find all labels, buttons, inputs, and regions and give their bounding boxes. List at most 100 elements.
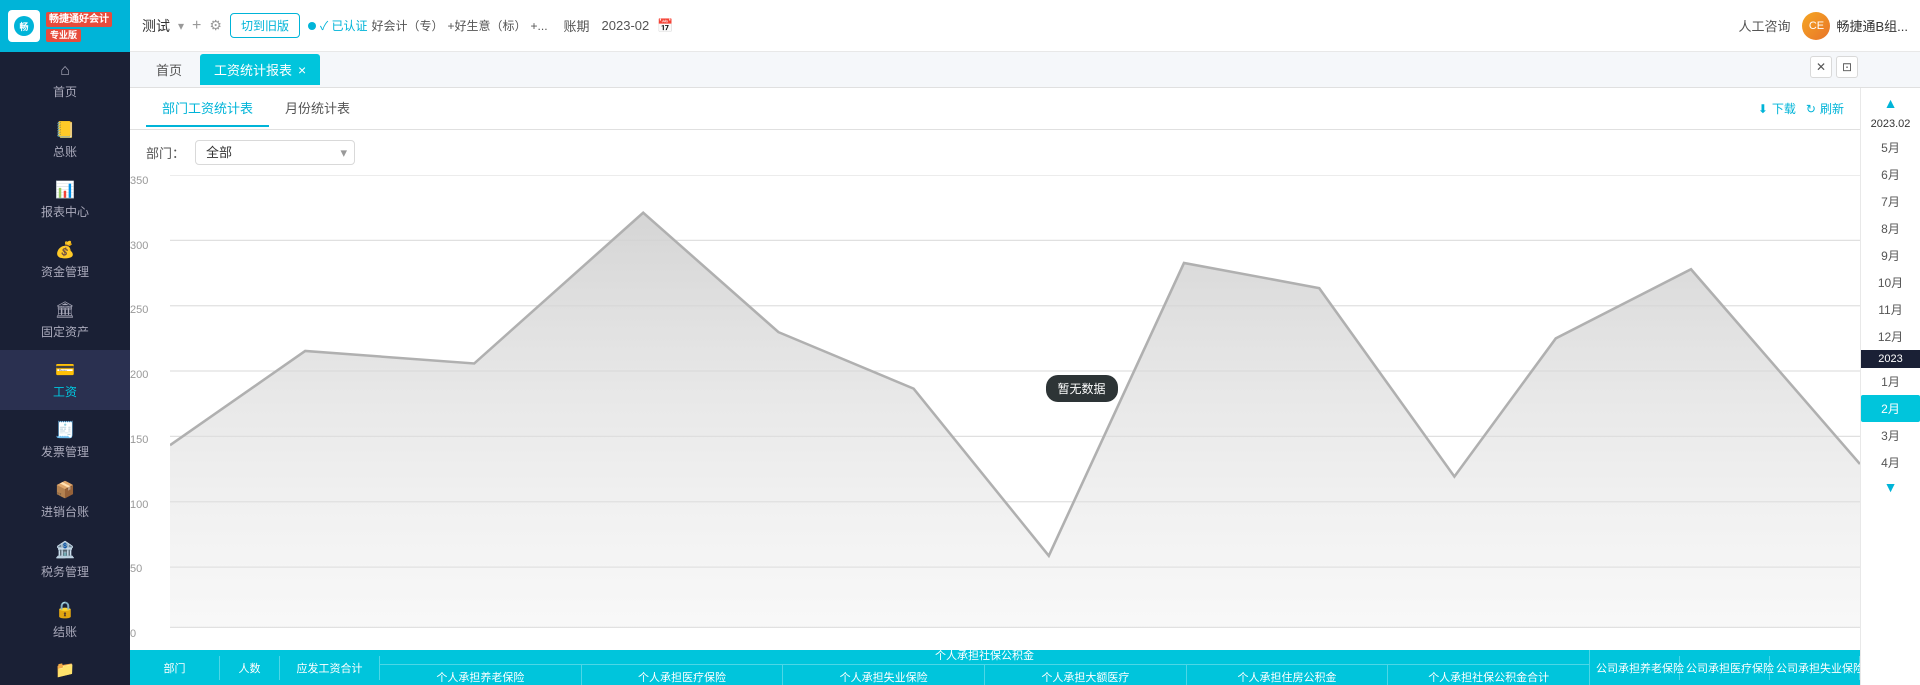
archive-icon: 📁: [55, 660, 75, 680]
human-service-link[interactable]: 人工咨询: [1738, 16, 1790, 35]
col-company-pension: 公司承担养老保险: [1590, 656, 1680, 680]
topbar: 测试 ▾ + ⚙ 切到旧版 ✓ 已认证 好会计（专） +好生意（标） +... …: [130, 0, 1920, 52]
month-11[interactable]: 11月: [1861, 296, 1920, 323]
app-logo: 畅 畅捷通好会计 专业版: [0, 0, 130, 52]
avatar: CE: [1802, 12, 1830, 40]
download-button[interactable]: ⬇ 下载: [1758, 100, 1796, 117]
sidebar-item-assets[interactable]: 🏛 固定资产: [0, 290, 130, 350]
table-header: 部门 人数 应发工资合计 个人承担社保公积金 个人承担养老保险 个人承担医疗保险…: [130, 650, 1860, 685]
col-personal-unemploy: 个人承担失业保险: [783, 665, 985, 685]
col-personal-medical: 个人承担医疗保险: [582, 665, 784, 685]
closing-icon: 🔒: [55, 600, 75, 620]
tab-salary-report[interactable]: 工资统计报表 ×: [200, 54, 320, 85]
sidebar-item-payroll[interactable]: 💳 工资: [0, 350, 130, 410]
period-value: 2023-02: [602, 18, 650, 33]
month-4[interactable]: 4月: [1861, 449, 1920, 476]
month-3[interactable]: 3月: [1861, 422, 1920, 449]
month-6[interactable]: 6月: [1861, 161, 1920, 188]
panel-controls: ✕ ⊡: [1810, 56, 1858, 78]
month-5[interactable]: 5月: [1861, 134, 1920, 161]
month-2-active[interactable]: 2月: [1861, 395, 1920, 422]
col-personal-total: 个人承担社保公积金合计: [1388, 665, 1590, 685]
sidebar-item-closing[interactable]: 🔒 结账: [0, 590, 130, 650]
topbar-status: ✓ 已认证 好会计（专） +好生意（标） +...: [308, 17, 548, 34]
page-body: 部门工资统计表 月份统计表 ⬇ 下载 ↻ 刷新: [130, 88, 1920, 685]
sidebar-item-invoices[interactable]: 🧾 发票管理: [0, 410, 130, 470]
sidebar-nav: ⌂ 首页 📒 总账 📊 报表中心 💰 资金管理 🏛 固定资产 💳 工资 🧾 发票…: [0, 52, 130, 685]
home-icon: ⌂: [60, 62, 70, 80]
sub-tab-dept-stats[interactable]: 部门工资统计表: [146, 90, 269, 127]
chart-area: 350 300 250 200 150 100 50 0 暂无数据: [130, 175, 1860, 650]
line-chart: [170, 175, 1860, 640]
personal-group-header: 个人承担社保公积金: [380, 650, 1590, 665]
tax-icon: 🏦: [55, 540, 75, 560]
year-next-button[interactable]: ▼: [1881, 476, 1901, 498]
sidebar: 畅 畅捷通好会计 专业版 ⌂ 首页 📒 总账 📊 报表中心 💰 资金管理 🏛 固…: [0, 0, 130, 685]
month-7[interactable]: 7月: [1861, 188, 1920, 215]
personal-group-cells: 个人承担养老保险 个人承担医疗保险 个人承担失业保险 个人承担大额医疗 个人承担…: [380, 665, 1590, 685]
company-title: 测试: [142, 16, 170, 36]
logo-icon: 畅: [8, 10, 40, 42]
sidebar-item-general-ledger[interactable]: 📒 总账: [0, 110, 130, 170]
month-12[interactable]: 12月: [1861, 323, 1920, 350]
month-1[interactable]: 1月: [1861, 368, 1920, 395]
reports-icon: 📊: [55, 180, 75, 200]
payroll-icon: 💳: [55, 360, 75, 380]
left-panel: 部门工资统计表 月份统计表 ⬇ 下载 ↻ 刷新: [130, 88, 1860, 685]
company-dropdown-arrow[interactable]: ▾: [178, 19, 184, 33]
sidebar-item-tax[interactable]: 🏦 税务管理: [0, 530, 130, 590]
sidebar-item-reports[interactable]: 📊 报表中心: [0, 170, 130, 230]
panel-expand-button[interactable]: ⊡: [1836, 56, 1858, 78]
personal-group: 个人承担社保公积金 个人承担养老保险 个人承担医疗保险 个人承担失业保险 个人承…: [380, 650, 1590, 685]
switch-old-version-button[interactable]: 切到旧版: [230, 13, 300, 38]
col-company-unemploy: 公司承担失业保险: [1770, 656, 1860, 680]
year-prev-button[interactable]: ▲: [1881, 92, 1901, 114]
col-dept: 部门: [130, 656, 220, 680]
col-total-salary: 应发工资合计: [280, 656, 380, 680]
status-more: +...: [531, 19, 548, 33]
sub-tabs: 部门工资统计表 月份统计表 ⬇ 下载 ↻ 刷新: [130, 88, 1860, 130]
status-accounting: 好会计（专）: [371, 17, 443, 34]
right-panel: ▲ 2023.02 5月 6月 7月 8月 9月 10月 11月 12月 202…: [1860, 88, 1920, 685]
funds-icon: 💰: [55, 240, 75, 260]
download-icon: ⬇: [1758, 102, 1768, 116]
username: 畅捷通B组...: [1836, 16, 1908, 35]
topbar-gear[interactable]: ⚙: [209, 17, 222, 34]
topbar-right: 人工咨询 CE 畅捷通B组...: [1738, 12, 1908, 40]
col-company-medical: 公司承担医疗保险: [1680, 656, 1770, 680]
calendar-icon[interactable]: 📅: [657, 18, 673, 34]
user-info: CE 畅捷通B组...: [1802, 12, 1908, 40]
tab-home[interactable]: 首页: [142, 54, 196, 85]
sidebar-item-home[interactable]: ⌂ 首页: [0, 52, 130, 110]
current-period-label: 2023.02: [1861, 114, 1920, 134]
tab-bar: 首页 工资统计报表 ×: [130, 52, 1920, 88]
panel-close-button[interactable]: ✕: [1810, 56, 1832, 78]
dept-select[interactable]: 全部 销售部 财务部 技术部 行政部: [195, 140, 355, 165]
period-label: 账期: [564, 16, 590, 35]
y-axis-labels: 350 300 250 200 150 100 50 0: [130, 175, 165, 640]
col-personal-major-medical: 个人承担大额医疗: [985, 665, 1187, 685]
month-10[interactable]: 10月: [1861, 269, 1920, 296]
year-2023-header[interactable]: 2023: [1861, 350, 1920, 368]
sidebar-item-funds[interactable]: 💰 资金管理: [0, 230, 130, 290]
sidebar-item-purchase-sales[interactable]: 📦 进销台账: [0, 470, 130, 530]
refresh-button[interactable]: ↻ 刷新: [1806, 100, 1844, 117]
filter-row: 部门： 全部 销售部 财务部 技术部 行政部: [130, 130, 1860, 175]
purchase-icon: 📦: [55, 480, 75, 500]
tab-close-button[interactable]: ×: [298, 62, 306, 78]
filter-label: 部门：: [146, 143, 185, 162]
month-8[interactable]: 8月: [1861, 215, 1920, 242]
month-9[interactable]: 9月: [1861, 242, 1920, 269]
assets-icon: 🏛: [55, 300, 75, 320]
logo-text: 畅捷通好会计 专业版: [46, 10, 112, 43]
refresh-icon: ↻: [1806, 102, 1816, 116]
sidebar-item-archive[interactable]: 📁 归档管理: [0, 650, 130, 685]
status-business: +好生意（标）: [448, 17, 527, 34]
col-personal-pension: 个人承担养老保险: [380, 665, 582, 685]
main-content: 测试 ▾ + ⚙ 切到旧版 ✓ 已认证 好会计（专） +好生意（标） +... …: [130, 0, 1920, 685]
status-dot: [308, 22, 316, 30]
col-personal-housing: 个人承担住房公积金: [1187, 665, 1389, 685]
sub-tab-monthly-stats[interactable]: 月份统计表: [269, 90, 366, 127]
invoices-icon: 🧾: [55, 420, 75, 440]
topbar-plus[interactable]: +: [192, 17, 201, 35]
